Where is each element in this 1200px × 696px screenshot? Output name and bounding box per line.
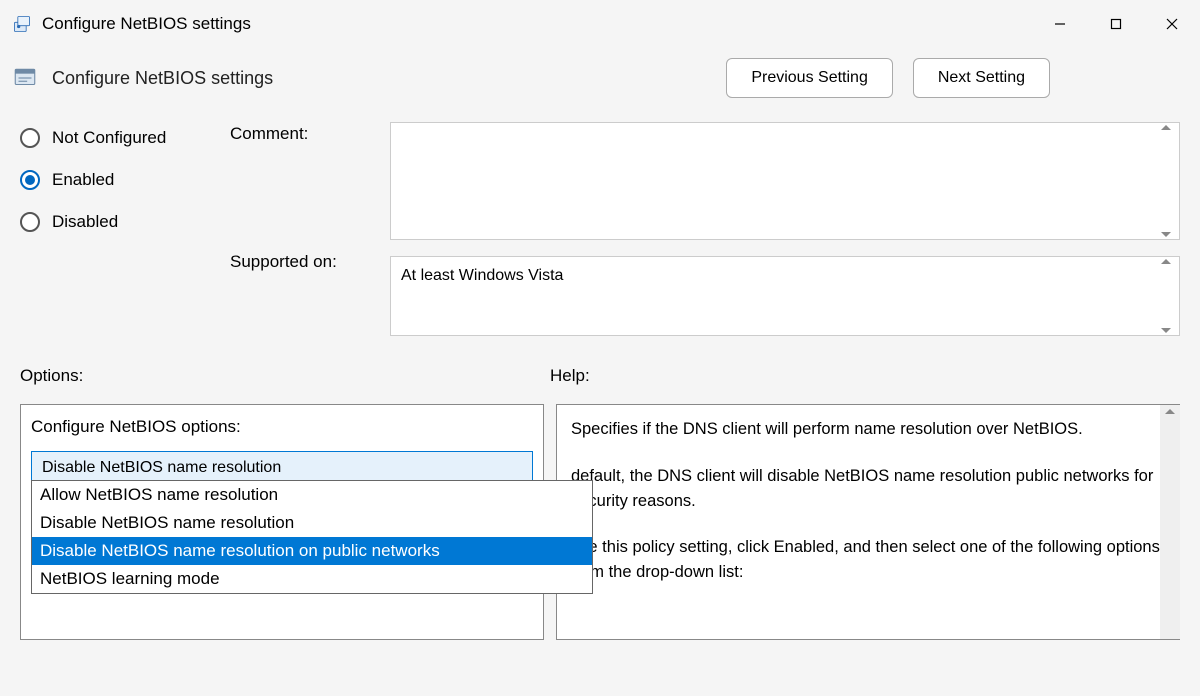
help-panel: Specifies if the DNS client will perform… [556,404,1180,640]
scroll-down-icon[interactable] [1161,232,1171,237]
supported-on-value: At least Windows Vista [401,267,563,284]
radio-label: Disabled [52,212,118,232]
help-paragraph-3: use this policy setting, click Enabled, … [571,535,1166,585]
radio-label: Enabled [52,170,114,190]
help-scrollbar[interactable] [1160,405,1180,639]
window-controls [1032,0,1200,48]
supported-on-textbox: At least Windows Vista [390,256,1180,336]
options-panel: Configure NetBIOS options: Disable NetBI… [20,404,544,640]
radio-indicator-icon [20,128,40,148]
scroll-up-icon[interactable] [1165,409,1175,414]
title-bar: Configure NetBIOS settings [0,0,1200,48]
help-paragraph-2: default, the DNS client will disable Net… [571,464,1166,514]
help-paragraph-1: Specifies if the DNS client will perform… [571,417,1166,442]
radio-indicator-icon [20,212,40,232]
policy-title: Configure NetBIOS settings [52,68,273,89]
header-row: Configure NetBIOS settings Previous Sett… [0,48,1200,108]
combobox-selected-text: Disable NetBIOS name resolution [42,459,281,477]
help-header: Help: [550,366,1180,386]
dropdown-option-allow[interactable]: Allow NetBIOS name resolution [32,481,592,509]
dropdown-option-disable[interactable]: Disable NetBIOS name resolution [32,509,592,537]
scroll-down-icon[interactable] [1161,328,1171,333]
supported-on-label: Supported on: [230,250,390,302]
options-panel-label: Configure NetBIOS options: [31,417,533,437]
options-header: Options: [20,366,550,386]
radio-disabled[interactable]: Disabled [20,212,230,232]
radio-label: Not Configured [52,128,166,148]
scroll-up-icon[interactable] [1161,259,1171,264]
dropdown-option-disable-public[interactable]: Disable NetBIOS name resolution on publi… [32,537,592,565]
comment-textbox[interactable] [390,122,1180,240]
radio-indicator-icon [20,170,40,190]
previous-setting-button[interactable]: Previous Setting [726,58,893,98]
window-title: Configure NetBIOS settings [42,14,251,34]
minimize-button[interactable] [1032,0,1088,48]
netbios-options-dropdown: Allow NetBIOS name resolution Disable Ne… [31,480,593,594]
comment-label: Comment: [230,122,390,174]
dropdown-option-learning[interactable]: NetBIOS learning mode [32,565,592,593]
next-setting-button[interactable]: Next Setting [913,58,1050,98]
maximize-button[interactable] [1088,0,1144,48]
state-radio-group: Not Configured Enabled Disabled [20,122,230,336]
close-button[interactable] [1144,0,1200,48]
radio-enabled[interactable]: Enabled [20,170,230,190]
app-icon [12,14,32,34]
policy-icon [12,65,38,91]
radio-not-configured[interactable]: Not Configured [20,128,230,148]
scroll-up-icon[interactable] [1161,125,1171,130]
